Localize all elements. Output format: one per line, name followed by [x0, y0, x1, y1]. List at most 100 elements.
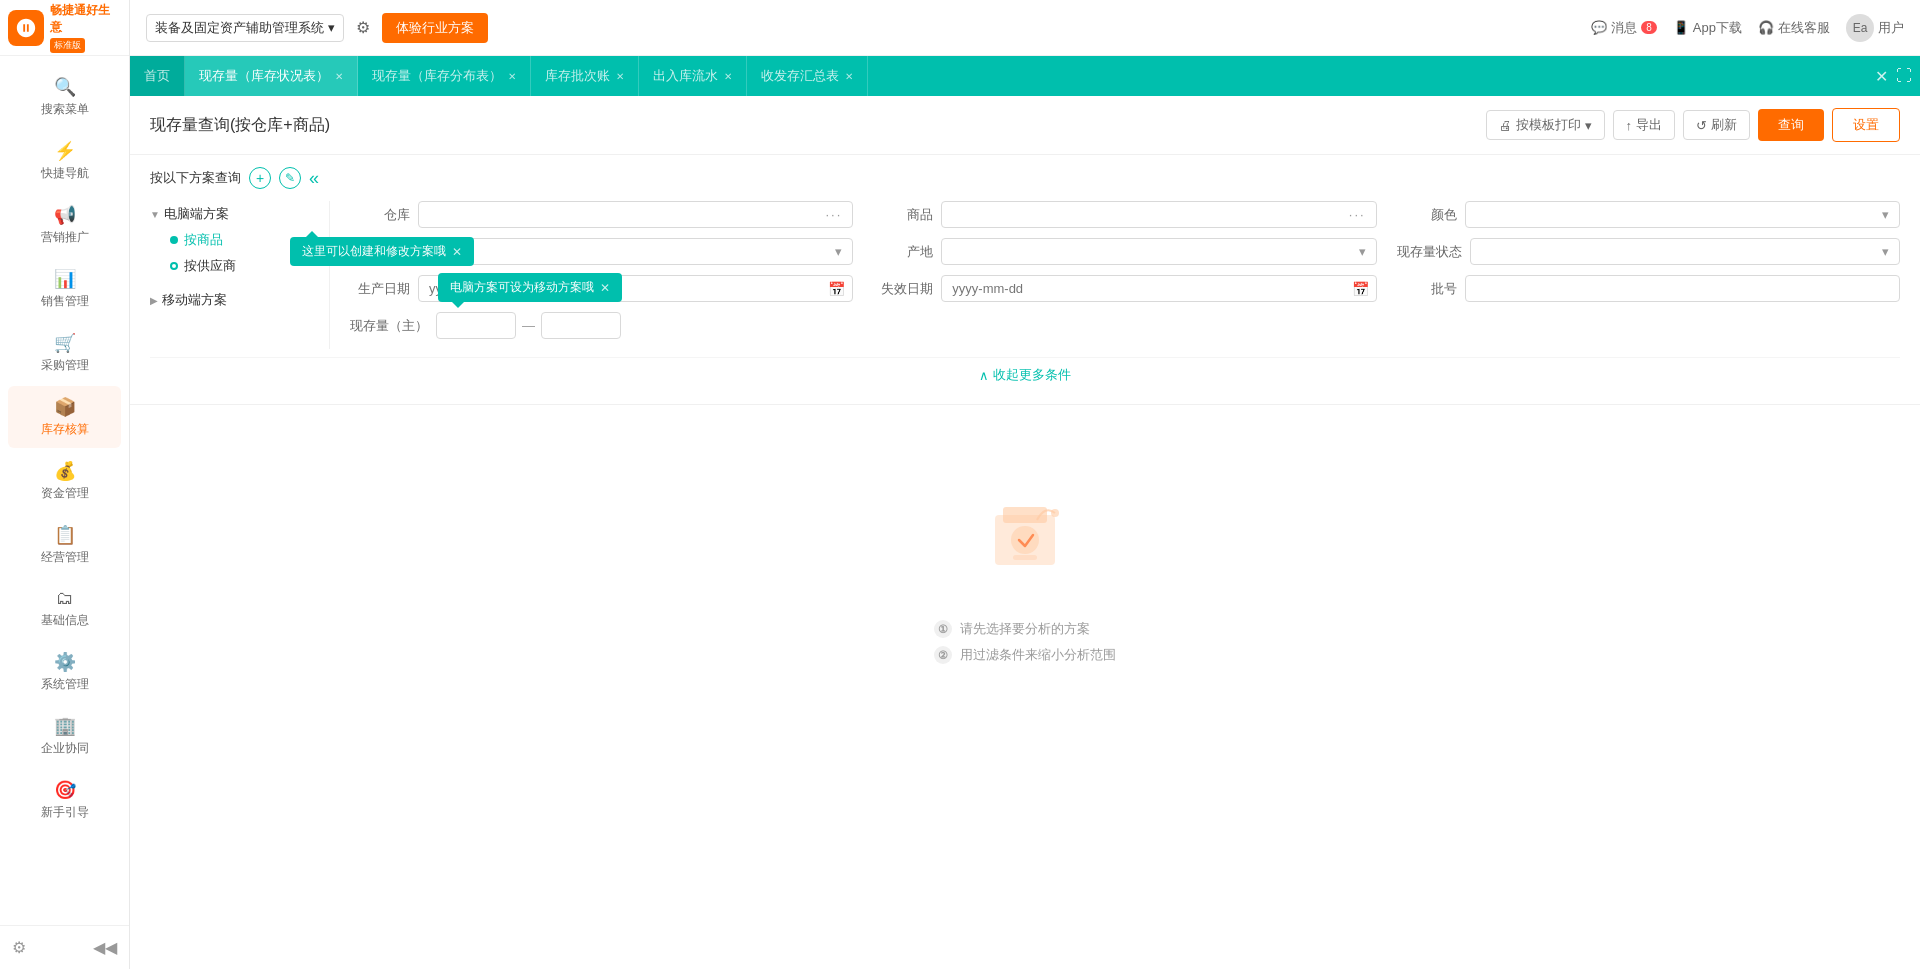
- tab-close-inventory-dist[interactable]: ✕: [508, 71, 516, 82]
- sidebar-item-enterprise[interactable]: 🏢 企业协同: [8, 705, 121, 767]
- filter-row-origin: 产地 ▾: [873, 238, 1376, 265]
- filter-row-warehouse: 仓库 ···: [350, 201, 853, 228]
- msg-btn[interactable]: 💬 消息 8: [1591, 19, 1657, 37]
- range-dash: —: [522, 318, 535, 333]
- stock-status-arrow: ▾: [1882, 244, 1889, 259]
- header-left: 装备及固定资产辅助管理系统 ▾ ⚙ 体验行业方案: [146, 13, 488, 43]
- refresh-btn[interactable]: ↺ 刷新: [1683, 110, 1750, 140]
- msg-icon: 💬: [1591, 20, 1607, 35]
- stock-main-min[interactable]: [436, 312, 516, 339]
- color-arrow: ▾: [1882, 207, 1889, 222]
- header-settings-btn[interactable]: ⚙: [356, 18, 370, 37]
- stock-status-select[interactable]: ▾: [1470, 238, 1900, 265]
- collapse-up-icon: ∧: [979, 368, 989, 383]
- batch-no-label: 批号: [1397, 280, 1457, 298]
- page-header: 现存量查询(按仓库+商品) 🖨 按模板打印 ▾ ↑ 导出 ↺ 刷新 查询 设置: [130, 96, 1920, 155]
- scheme-tree: ▼ 电脑端方案 按商品 按供应商 ▶: [150, 201, 330, 349]
- desktop-scheme-group[interactable]: ▼ 电脑端方案: [150, 201, 317, 227]
- tab-close-inout-flow[interactable]: ✕: [724, 71, 732, 82]
- svg-rect-3: [1013, 555, 1037, 560]
- goods-input[interactable]: ···: [941, 201, 1376, 228]
- tab-recv-summary[interactable]: 收发存汇总表 ✕: [747, 56, 868, 96]
- stock-main-label: 现存量（主）: [350, 317, 428, 335]
- chevron-down-icon: ▾: [328, 20, 335, 35]
- sidebar-settings-btn[interactable]: ⚙: [12, 938, 26, 957]
- tooltip-scheme-close[interactable]: ✕: [600, 281, 610, 295]
- filter-edit-btn[interactable]: ✎: [279, 167, 301, 189]
- size-select[interactable]: ▾: [418, 238, 853, 265]
- filter-back-btn[interactable]: «: [309, 168, 319, 189]
- empty-state: ① 请先选择要分析的方案 ② 用过滤条件来缩小分析范围: [130, 405, 1920, 752]
- sidebar-item-search-menu[interactable]: 🔍 搜索菜单: [8, 66, 121, 128]
- size-arrow: ▾: [835, 244, 842, 259]
- industry-btn[interactable]: 体验行业方案: [382, 13, 488, 43]
- sidebar-item-guide[interactable]: 🎯 新手引导: [8, 769, 121, 831]
- warehouse-dots: ···: [825, 207, 842, 222]
- tab-expand-btn[interactable]: ⛶: [1896, 67, 1912, 85]
- stock-main-max[interactable]: [541, 312, 621, 339]
- tab-inventory-status[interactable]: 现存量（库存状况表） ✕: [185, 56, 358, 96]
- tree-dot-active: [170, 236, 178, 244]
- export-btn[interactable]: ↑ 导出: [1613, 110, 1676, 140]
- logo: 畅捷通好生意 标准版: [0, 0, 129, 56]
- tooltip-edit-close[interactable]: ✕: [452, 245, 462, 259]
- collapse-more-btn[interactable]: ∧ 收起更多条件: [979, 366, 1071, 384]
- goods-label: 商品: [873, 206, 933, 224]
- sidebar: 畅捷通好生意 标准版 🔍 搜索菜单 ⚡ 快捷导航 📢 营销推广 📊 销售管理 🛒…: [0, 0, 130, 969]
- tab-close-recv-summary[interactable]: ✕: [845, 71, 853, 82]
- tab-batch-ledger[interactable]: 库存批次账 ✕: [531, 56, 639, 96]
- template-print-btn[interactable]: 🖨 按模板打印 ▾: [1486, 110, 1605, 140]
- online-service-btn[interactable]: 🎧 在线客服: [1758, 19, 1830, 37]
- expire-calendar-icon[interactable]: 📅: [1352, 281, 1369, 297]
- step-num-1: ①: [934, 620, 952, 638]
- tab-inout-flow[interactable]: 出入库流水 ✕: [639, 56, 747, 96]
- tab-close-inventory-status[interactable]: ✕: [335, 71, 343, 82]
- filter-header: 按以下方案查询 + ✎ «: [150, 167, 1900, 189]
- sidebar-item-system[interactable]: ⚙️ 系统管理: [8, 641, 121, 703]
- filter-row-stock-status: 现存量状态 ▾: [1397, 238, 1900, 265]
- filter-body: ▼ 电脑端方案 按商品 按供应商 ▶: [150, 201, 1900, 349]
- stock-status-label: 现存量状态: [1397, 243, 1462, 261]
- color-select[interactable]: ▾: [1465, 201, 1900, 228]
- search-menu-icon: 🔍: [54, 76, 76, 98]
- warehouse-input[interactable]: ···: [418, 201, 853, 228]
- user-avatar[interactable]: Ea 用户: [1846, 14, 1904, 42]
- filter-add-btn[interactable]: +: [249, 167, 271, 189]
- stock-main-range: —: [436, 312, 860, 339]
- system-title-select[interactable]: 装备及固定资产辅助管理系统 ▾: [146, 14, 344, 42]
- sidebar-item-quick-nav[interactable]: ⚡ 快捷导航: [8, 130, 121, 192]
- print-icon: 🖨: [1499, 118, 1512, 133]
- tab-inventory-dist[interactable]: 现存量（库存分布表） ✕: [358, 56, 531, 96]
- origin-select[interactable]: ▾: [941, 238, 1376, 265]
- tab-close-all-btn[interactable]: ✕: [1875, 67, 1888, 86]
- tab-close-batch-ledger[interactable]: ✕: [616, 71, 624, 82]
- goods-dots: ···: [1349, 207, 1366, 222]
- operations-icon: 📋: [54, 524, 76, 546]
- mobile-scheme-group[interactable]: ▶ 移动端方案: [150, 287, 317, 313]
- top-header: 装备及固定资产辅助管理系统 ▾ ⚙ 体验行业方案 💬 消息 8 📱 App下载 …: [130, 0, 1920, 56]
- tab-spacer: [868, 56, 1867, 96]
- sidebar-item-finance[interactable]: 💰 资金管理: [8, 450, 121, 512]
- logo-text: 畅捷通好生意 标准版: [50, 2, 121, 53]
- sidebar-item-basic-info[interactable]: 🗂 基础信息: [8, 578, 121, 639]
- tooltip-edit-scheme: 这里可以创建和修改方案哦 ✕: [290, 237, 474, 266]
- tab-right-btns: ✕ ⛶: [1867, 56, 1920, 96]
- header-right: 💬 消息 8 📱 App下载 🎧 在线客服 Ea 用户: [1591, 14, 1904, 42]
- reset-btn[interactable]: 设置: [1832, 108, 1900, 142]
- sidebar-item-operations[interactable]: 📋 经营管理: [8, 514, 121, 576]
- sidebar-collapse-btn[interactable]: ◀◀: [93, 938, 117, 957]
- tab-home[interactable]: 首页: [130, 56, 185, 96]
- origin-label: 产地: [873, 243, 933, 261]
- sidebar-item-inventory[interactable]: 📦 库存核算: [8, 386, 121, 448]
- sidebar-item-marketing[interactable]: 📢 营销推广: [8, 194, 121, 256]
- search-btn[interactable]: 查询: [1758, 109, 1824, 141]
- sidebar-item-purchase[interactable]: 🛒 采购管理: [8, 322, 121, 384]
- batch-no-input[interactable]: [1465, 275, 1900, 302]
- sidebar-bottom: ⚙ ◀◀: [0, 925, 129, 969]
- expire-date-input[interactable]: [941, 275, 1376, 302]
- enterprise-icon: 🏢: [54, 715, 76, 737]
- app-download-btn[interactable]: 📱 App下载: [1673, 19, 1742, 37]
- sidebar-item-sales[interactable]: 📊 销售管理: [8, 258, 121, 320]
- produce-calendar-icon[interactable]: 📅: [828, 281, 845, 297]
- expire-date-label: 失效日期: [873, 280, 933, 298]
